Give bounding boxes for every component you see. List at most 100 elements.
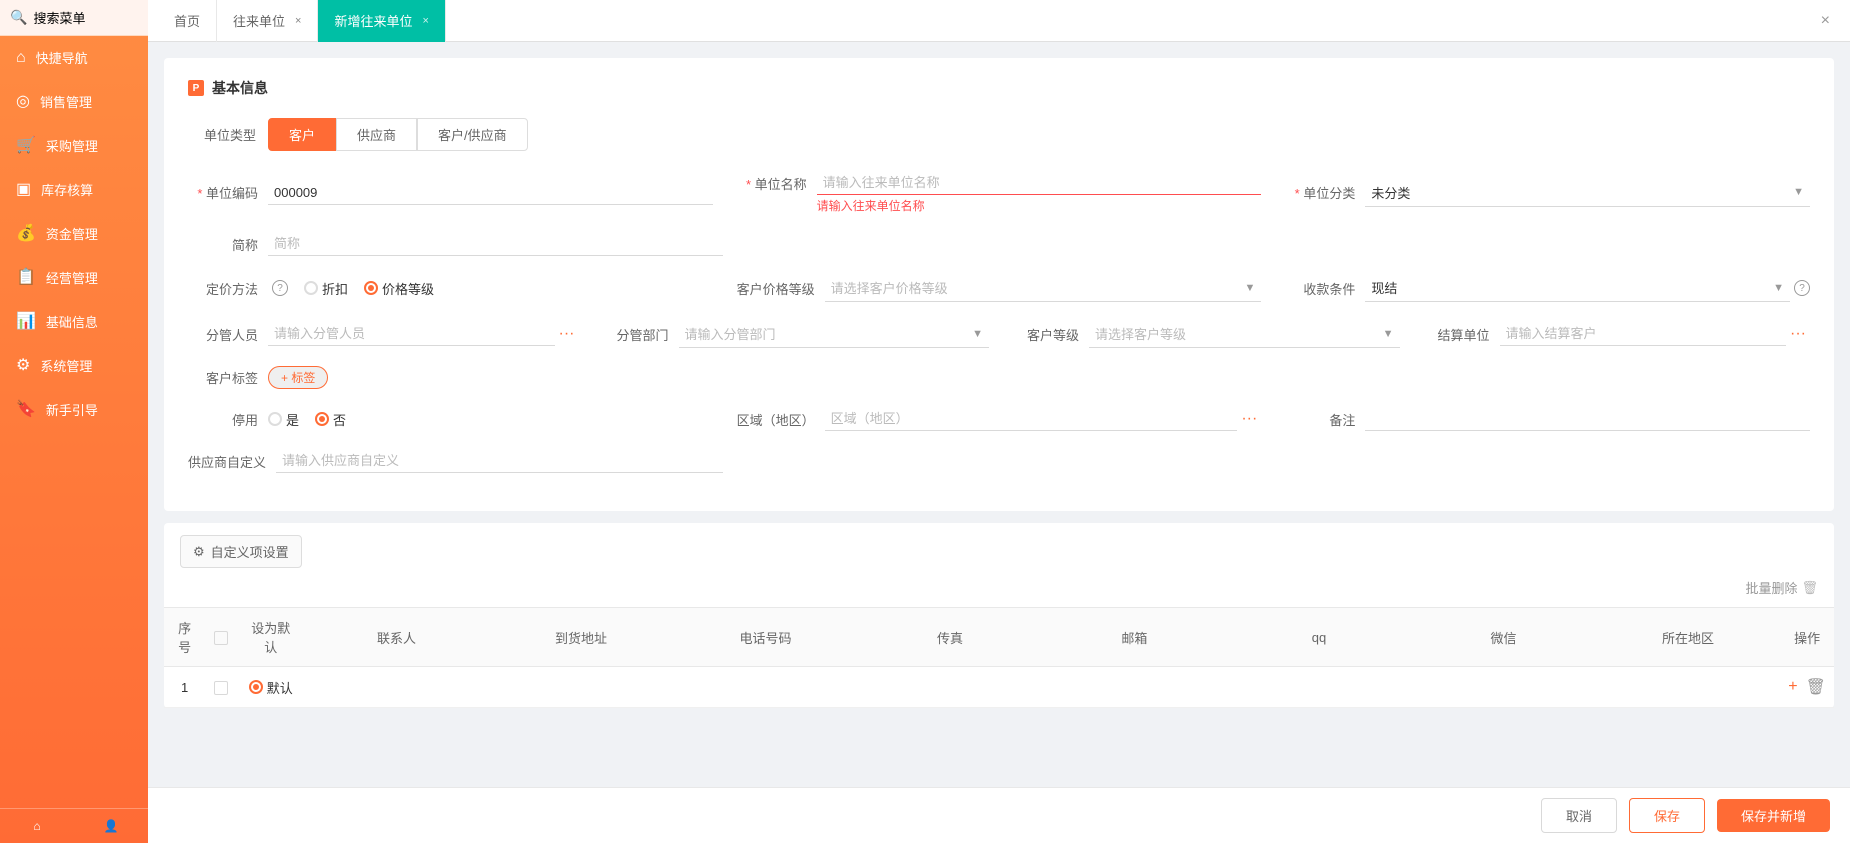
save-button[interactable]: 保存: [1629, 798, 1705, 833]
row-disabled-region: 停用 是 否 区域（地区） ···: [188, 407, 1810, 431]
custom-settings-btn[interactable]: ⚙ 自定义项设置: [180, 535, 302, 568]
unit-name-input[interactable]: [817, 171, 1262, 195]
department-select[interactable]: 请输入分管部门 ▼: [679, 320, 990, 348]
contacts-table: 序号 设为默认 联系人 到货地址 电话号码 传真 邮箱 qq 微信 所在地区 操…: [164, 607, 1834, 708]
sidebar-label-guide: 新手引导: [46, 400, 98, 419]
sidebar-item-sales[interactable]: ◎ 销售管理: [0, 79, 148, 123]
sidebar-item-operations[interactable]: 📋 经营管理: [0, 255, 148, 299]
col-fax: 传真: [858, 608, 1042, 667]
add-tag-btn[interactable]: + 标签: [268, 366, 328, 389]
radio-disabled-yes[interactable]: 是: [268, 410, 299, 429]
settlement-unit-input[interactable]: [1500, 322, 1787, 346]
cell-unit-code: 单位编码: [188, 171, 713, 214]
tab-home-label: 首页: [174, 11, 200, 30]
short-name-label: 简称: [188, 235, 268, 254]
unit-code-input[interactable]: [268, 181, 713, 205]
cell-phone: [673, 667, 857, 708]
section-icon: P: [188, 80, 204, 96]
category-dropdown-icon: ▼: [1793, 186, 1804, 198]
row-supplier-custom: 供应商自定义: [188, 449, 1810, 473]
sidebar-item-inventory[interactable]: ▣ 库存核算: [0, 167, 148, 211]
tab-home[interactable]: 首页: [158, 0, 217, 42]
unit-type-both-btn[interactable]: 客户/供应商: [417, 118, 528, 151]
radio-price-level-circle: [364, 281, 378, 295]
manager-more-btn[interactable]: ···: [555, 325, 579, 343]
unit-category-select[interactable]: 未分类 ▼: [1365, 179, 1810, 207]
radio-price-level[interactable]: 价格等级: [364, 279, 434, 298]
del-row-btn[interactable]: 🗑: [1806, 677, 1826, 697]
tab-new-partner-close[interactable]: ×: [422, 15, 428, 27]
supplier-custom-input[interactable]: [276, 449, 723, 473]
bottom-bar: 取消 保存 保存并新增: [148, 787, 1850, 843]
manager-input[interactable]: [268, 322, 555, 346]
email-input[interactable]: [1050, 680, 1218, 695]
pricing-help-icon[interactable]: ?: [272, 280, 288, 296]
table-section: ⚙ 自定义项设置 批量删除 🗑 序号 设为默认 联系人 到货地址 电话号码: [164, 523, 1834, 708]
operations-icon: 📋: [16, 267, 36, 287]
sidebar-item-purchase[interactable]: 🛒 采购管理: [0, 123, 148, 167]
row-checkbox[interactable]: [214, 681, 228, 695]
window-close-btn[interactable]: ×: [1811, 12, 1840, 30]
payment-terms-help-icon[interactable]: ?: [1794, 280, 1810, 296]
radio-discount[interactable]: 折扣: [304, 279, 348, 298]
region-more-btn[interactable]: ···: [1237, 410, 1261, 428]
sidebar-user-btn[interactable]: 👤: [74, 809, 148, 843]
region-input[interactable]: [825, 407, 1238, 431]
default-radio[interactable]: 默认: [245, 678, 296, 697]
sidebar-item-quick-nav[interactable]: ⌂ 快捷导航: [0, 36, 148, 79]
cell-fax: [858, 667, 1042, 708]
add-row-btn[interactable]: +: [1788, 678, 1797, 696]
sidebar-item-basic-info[interactable]: 📊 基础信息: [0, 299, 148, 343]
sidebar-item-finance[interactable]: 💰 资金管理: [0, 211, 148, 255]
unit-code-label: 单位编码: [188, 183, 268, 202]
custom-settings-row: ⚙ 自定义项设置: [164, 523, 1834, 568]
cell-wechat: [1411, 667, 1595, 708]
row-pricing: 定价方法 ? 折扣 价格等级 客户价格等级: [188, 274, 1810, 302]
customer-tag-label: 客户标签: [188, 368, 268, 387]
settlement-unit-more-btn[interactable]: ···: [1786, 325, 1810, 343]
cell-short-name: 简称: [188, 232, 723, 256]
save-new-button[interactable]: 保存并新增: [1717, 799, 1830, 832]
tab-partner-list[interactable]: 往来单位 ×: [217, 0, 318, 42]
cell-qq: [1227, 667, 1412, 708]
cell-supplier-custom: 供应商自定义: [188, 449, 723, 473]
fax-input[interactable]: [866, 680, 1034, 695]
batch-delete-btn[interactable]: 批量删除: [1745, 578, 1797, 597]
tab-partner-list-close[interactable]: ×: [295, 15, 301, 27]
unit-name-label: 单位名称: [737, 174, 817, 193]
cancel-button[interactable]: 取消: [1541, 798, 1617, 833]
col-contact: 联系人: [304, 608, 488, 667]
col-checkbox: [205, 608, 237, 667]
sidebar-item-guide[interactable]: 🔖 新手引导: [0, 387, 148, 431]
pricing-radio-group: ? 折扣 价格等级: [268, 279, 434, 298]
contact-input[interactable]: [312, 680, 480, 695]
wechat-input[interactable]: [1419, 680, 1587, 695]
pricing-method-label: 定价方法: [188, 279, 268, 298]
unit-type-supplier-btn[interactable]: 供应商: [336, 118, 417, 151]
remark-input[interactable]: [1365, 407, 1810, 431]
tab-new-partner[interactable]: 新增往来单位 ×: [318, 0, 445, 42]
payment-terms-select[interactable]: 现结 ▼: [1365, 274, 1790, 302]
cell-customer-price-level: 客户价格等级 请选择客户价格等级 ▼: [737, 274, 1262, 302]
gear-icon: ⚙: [193, 544, 205, 560]
short-name-input[interactable]: [268, 232, 723, 256]
select-all-checkbox[interactable]: [214, 631, 228, 645]
region-row-input[interactable]: [1604, 680, 1772, 695]
qq-input[interactable]: [1235, 680, 1404, 695]
search-menu[interactable]: 🔍 搜索菜单: [0, 0, 148, 36]
radio-disabled-no[interactable]: 否: [315, 410, 346, 429]
sidebar-item-system[interactable]: ⚙ 系统管理: [0, 343, 148, 387]
cell-department: 分管部门 请输入分管部门 ▼: [599, 320, 990, 348]
main-area: 首页 往来单位 × 新增往来单位 × × P 基本信息 单位类型 客户 供应商 …: [148, 0, 1850, 843]
cell-region: 区域（地区） ···: [737, 407, 1262, 431]
disabled-radio-group: 是 否: [268, 410, 346, 429]
price-level-dropdown-icon: ▼: [1244, 282, 1255, 294]
customer-level-select[interactable]: 请选择客户等级 ▼: [1089, 320, 1400, 348]
sidebar-home-btn[interactable]: ⌂: [0, 809, 74, 843]
unit-type-customer-btn[interactable]: 客户: [268, 118, 336, 151]
address-input[interactable]: [497, 680, 665, 695]
customer-price-level-select[interactable]: 请选择客户价格等级 ▼: [825, 274, 1262, 302]
row-manager: 分管人员 ··· 分管部门 请输入分管部门 ▼ 客户等级 请选择客户等级 ▼: [188, 320, 1810, 348]
radio-price-level-label: 价格等级: [382, 279, 434, 298]
phone-input[interactable]: [681, 680, 849, 695]
